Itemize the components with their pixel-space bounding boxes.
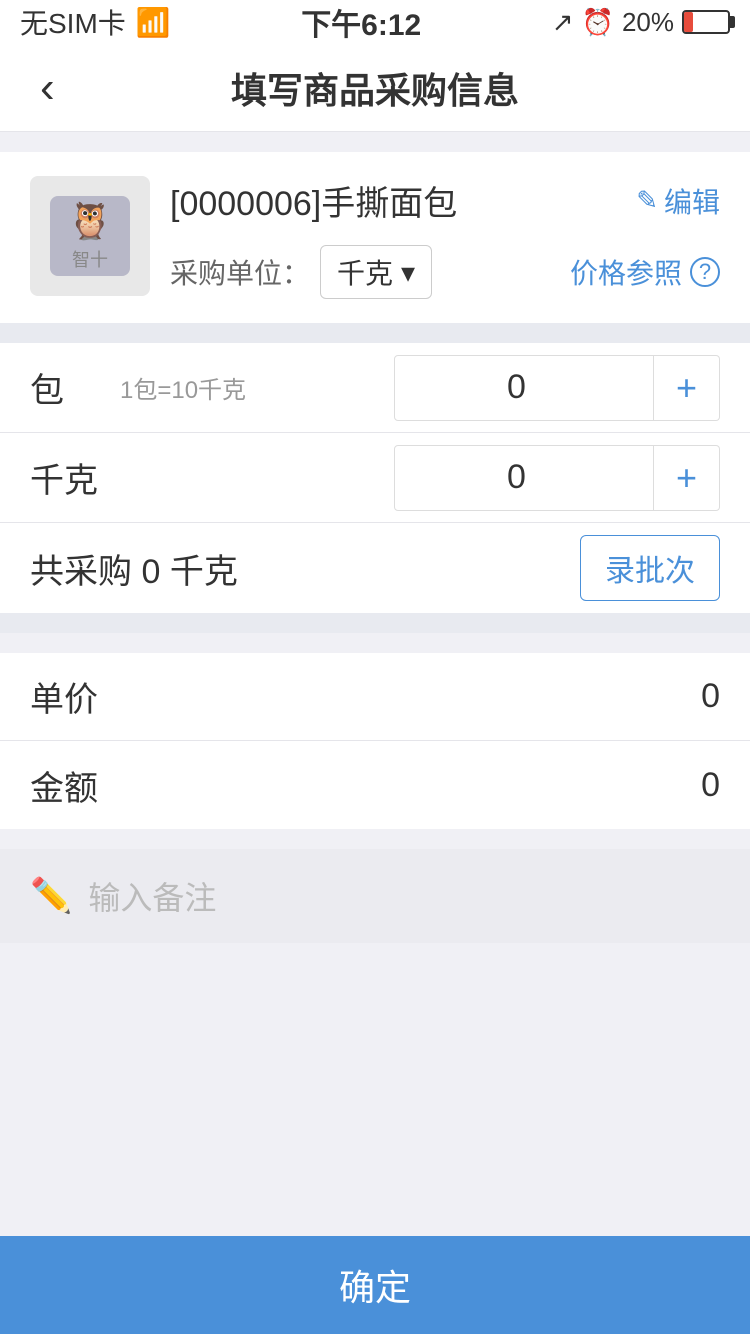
total-amount: 0	[141, 553, 160, 591]
logo-owl-icon: 🦉	[68, 200, 113, 242]
input-section: 包 1包=10千克 + 千克 +	[0, 343, 750, 523]
kg-field-wrapper: +	[110, 445, 720, 511]
edit-icon: ✎	[636, 185, 658, 216]
price-ref-button[interactable]: 价格参照 ?	[570, 252, 720, 292]
status-time: 下午6:12	[301, 0, 421, 44]
confirm-button-label: 确定	[339, 1259, 411, 1311]
section-divider-1	[0, 323, 750, 343]
unit-row: 采购单位： 千克 ▾ 价格参照 ?	[170, 245, 720, 299]
wifi-icon: 📶	[136, 6, 171, 39]
price-ref-label: 价格参照	[570, 252, 682, 292]
bag-field-wrapper: +	[246, 355, 720, 421]
total-text: 共采购 0 千克	[30, 544, 238, 593]
bag-label: 包	[30, 363, 110, 412]
alarm-icon: ⏰	[582, 7, 614, 38]
dropdown-arrow-icon: ▾	[401, 256, 415, 289]
unit-price-row: 单价 0	[0, 653, 750, 741]
product-image: 🦉 智十	[30, 176, 150, 296]
product-name: [0000006]手撕面包	[170, 176, 457, 225]
unit-value: 千克	[337, 252, 393, 292]
bag-plus-button[interactable]: +	[654, 355, 720, 421]
price-section: 单价 0 金额 0	[0, 653, 750, 829]
kg-quantity-input[interactable]	[394, 445, 654, 511]
amount-row: 金额 0	[0, 741, 750, 829]
kg-label: 千克	[30, 453, 110, 502]
battery-icon	[682, 10, 730, 34]
kg-plus-button[interactable]: +	[654, 445, 720, 511]
content-spacer	[0, 943, 750, 1243]
product-card: 🦉 智十 [0000006]手撕面包 ✎ 编辑 采购单位： 千克 ▾ 价格参照 …	[0, 152, 750, 323]
logo-text: 智十	[72, 246, 108, 272]
unit-price-value: 0	[701, 677, 720, 716]
bag-quantity-input[interactable]	[394, 355, 654, 421]
status-left: 无SIM卡 📶	[20, 2, 171, 42]
unit-price-label: 单价	[30, 672, 98, 721]
amount-value: 0	[701, 766, 720, 805]
pencil-icon: ✏️	[30, 876, 72, 916]
product-logo: 🦉 智十	[50, 196, 130, 276]
product-name-row: [0000006]手撕面包 ✎ 编辑	[170, 176, 720, 225]
status-bar: 无SIM卡 📶 下午6:12 ↗ ⏰ 20%	[0, 0, 750, 44]
remark-placeholder: 输入备注	[88, 873, 216, 919]
edit-button[interactable]: ✎ 编辑	[636, 181, 720, 221]
total-label: 共采购	[30, 553, 132, 591]
section-divider-2	[0, 613, 750, 633]
nav-bar: ‹ 填写商品采购信息	[0, 44, 750, 132]
unit-label: 采购单位：	[170, 252, 310, 292]
status-right: ↗ ⏰ 20%	[552, 7, 730, 38]
kg-input-row: 千克 +	[0, 433, 750, 523]
batch-button[interactable]: 录批次	[580, 535, 720, 601]
product-info: [0000006]手撕面包 ✎ 编辑 采购单位： 千克 ▾ 价格参照 ?	[170, 176, 720, 299]
location-icon: ↗	[552, 7, 574, 38]
unit-dropdown[interactable]: 千克 ▾	[320, 245, 432, 299]
total-unit: 千克	[170, 553, 238, 591]
bag-input-row: 包 1包=10千克 +	[0, 343, 750, 433]
total-row: 共采购 0 千克 录批次	[0, 523, 750, 613]
remark-section[interactable]: ✏️ 输入备注	[0, 849, 750, 943]
battery-percentage: 20%	[622, 7, 674, 38]
page-title: 填写商品采购信息	[231, 62, 519, 114]
amount-label: 金额	[30, 761, 98, 810]
help-icon: ?	[690, 257, 720, 287]
carrier-label: 无SIM卡	[20, 2, 126, 42]
back-button[interactable]: ‹	[30, 56, 65, 120]
confirm-button[interactable]: 确定	[0, 1236, 750, 1334]
bag-sublabel: 1包=10千克	[120, 370, 246, 405]
edit-label: 编辑	[664, 181, 720, 221]
